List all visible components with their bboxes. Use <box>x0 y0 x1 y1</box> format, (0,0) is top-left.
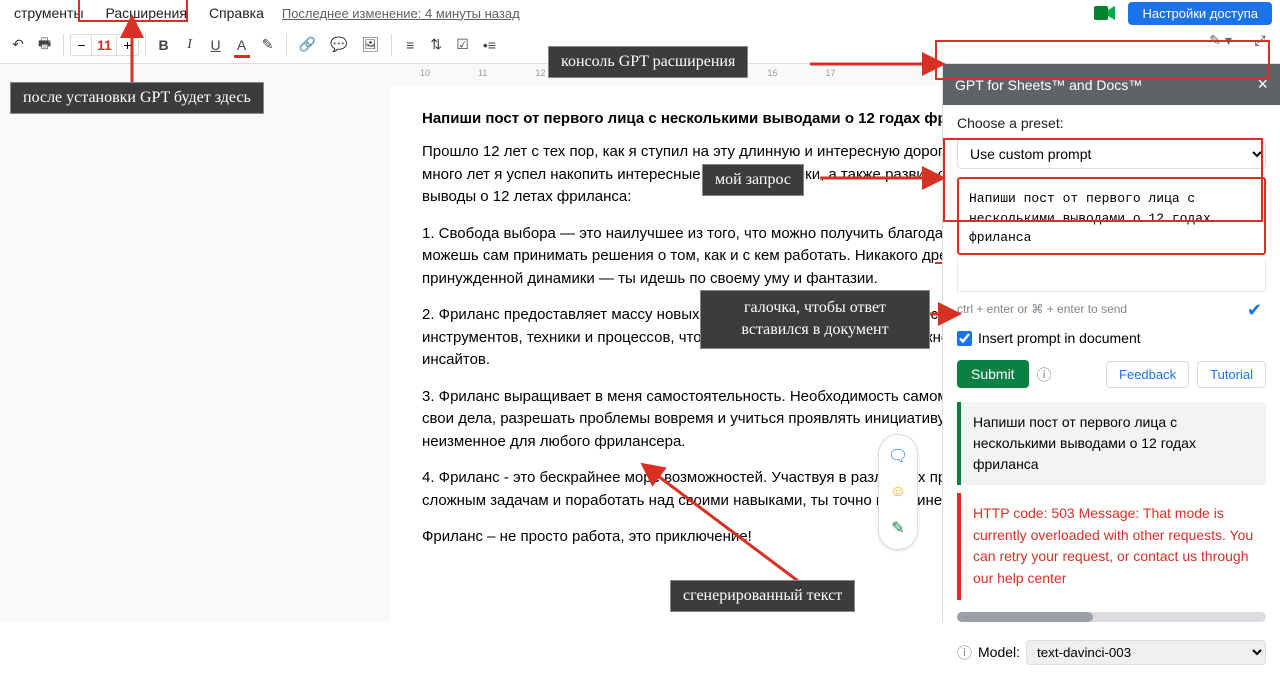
separator <box>286 34 287 56</box>
line-spacing-button[interactable]: ⇅ <box>424 32 448 57</box>
font-size-value[interactable]: 11 <box>91 35 117 55</box>
submit-button[interactable]: Submit <box>957 360 1029 388</box>
suggest-icon[interactable]: ✎ <box>887 517 909 539</box>
callout-label: галочка, чтобы ответ вставился в докумен… <box>700 290 930 349</box>
model-label: Model: <box>978 644 1020 660</box>
prompt-extend <box>957 258 1266 292</box>
preset-select[interactable]: Use custom prompt <box>957 139 1266 169</box>
ruler-tick: 16 <box>767 68 777 78</box>
menu-tools[interactable]: струменты <box>4 2 94 24</box>
panel-title: GPT for Sheets™ and Docs™ <box>955 77 1142 93</box>
doc-text: 3. Фриланс выращивает в меня самостоятел… <box>422 388 942 405</box>
doc-paragraph[interactable]: 3. Фриланс выращивает в меня самостоятел… <box>422 386 942 454</box>
expand-icon[interactable]: ⤢ <box>1248 28 1272 53</box>
doc-paragraph[interactable]: 1. Свобода выбора — это наилучшее из тог… <box>422 223 942 291</box>
prompt-input[interactable] <box>957 177 1266 255</box>
share-button[interactable]: Настройки доступа <box>1128 2 1272 25</box>
editing-mode-button[interactable]: ✎ ▾ <box>1201 29 1240 52</box>
send-hint: ctrl + enter or ⌘ + enter to send <box>957 302 1266 316</box>
callout-label: сгенерированный текст <box>670 580 855 612</box>
add-comment-icon[interactable]: 🗨 <box>887 445 909 467</box>
close-icon[interactable]: × <box>1257 74 1268 95</box>
menu-extensions[interactable]: Расширения <box>96 2 197 24</box>
undo-button[interactable]: ↶ <box>6 32 30 57</box>
arrow-icon <box>810 56 940 75</box>
tutorial-button[interactable]: Tutorial <box>1197 361 1266 388</box>
floating-actions: 🗨 ☺ ✎ <box>878 434 918 550</box>
doc-text: 1. Свобода выбора — это наилучшее из тог… <box>422 225 942 242</box>
ruler-tick: 10 <box>420 68 430 78</box>
font-size-decrease[interactable]: − <box>71 35 91 55</box>
separator <box>63 34 64 56</box>
error-message: HTTP code: 503 Message: That mode is cur… <box>957 493 1266 600</box>
separator <box>391 34 392 56</box>
last-edit-link[interactable]: Последнее изменение: 4 минуты назад <box>282 6 520 21</box>
ruler-tick: 11 <box>478 68 487 78</box>
callout-label: консоль GPT расширения <box>548 46 748 78</box>
separator <box>145 34 146 56</box>
doc-heading[interactable]: Напиши пост от первого лица с нескольким… <box>422 110 942 127</box>
grammar-check-icon[interactable]: ✔ <box>1247 300 1267 320</box>
panel-header: GPT for Sheets™ and Docs™ × <box>943 64 1280 105</box>
model-select[interactable]: text-davinci-003 <box>1026 640 1266 665</box>
print-button[interactable]: 🖶 <box>32 29 57 61</box>
menu-help[interactable]: Справка <box>199 2 274 24</box>
history-entry: Напиши пост от первого лица с нескольким… <box>957 402 1266 485</box>
arrow-icon <box>820 170 940 189</box>
highlight-button[interactable]: ✎ <box>256 32 280 57</box>
insert-checkbox[interactable] <box>957 331 972 346</box>
gpt-sidebar: GPT for Sheets™ and Docs™ × Choose a pre… <box>942 64 1280 622</box>
pencil-icon: ✎ <box>1209 32 1221 49</box>
info-icon[interactable]: ⓘ <box>1037 364 1052 385</box>
info-icon[interactable]: ⓘ <box>957 642 972 663</box>
header-right: Настройки доступа <box>1092 0 1272 26</box>
callout-label: после установки GPT будет здесь <box>10 82 264 114</box>
italic-button[interactable]: I <box>178 33 202 57</box>
meet-icon[interactable] <box>1092 2 1118 24</box>
insert-comment-button[interactable]: 💬 <box>324 32 353 57</box>
preset-label: Choose a preset: <box>957 115 1266 131</box>
feedback-button[interactable]: Feedback <box>1106 361 1189 388</box>
bold-button[interactable]: B <box>152 33 176 57</box>
arrow-icon <box>928 306 956 325</box>
menubar: струменты Расширения Справка Последнее и… <box>0 0 1280 26</box>
insert-link-button[interactable]: 🔗 <box>293 32 322 57</box>
arrow-icon <box>122 22 142 87</box>
callout-label: мой запрос <box>702 164 804 196</box>
toolbar-right: ✎ ▾ ⤢ <box>1201 28 1272 53</box>
horizontal-scrollbar[interactable] <box>957 612 1266 622</box>
text-color-button[interactable]: A <box>230 33 254 57</box>
align-button[interactable]: ≡ <box>398 33 422 57</box>
underline-button[interactable]: U <box>204 33 228 57</box>
doc-underline: дресс-кода <box>922 247 942 264</box>
insert-image-button[interactable]: 🖼 <box>355 32 385 57</box>
checklist-button[interactable]: ☑ <box>450 32 475 57</box>
insert-label: Insert prompt in document <box>978 330 1141 346</box>
bullet-list-button[interactable]: •≡ <box>477 33 502 57</box>
chevron-down-icon: ▾ <box>1225 32 1232 49</box>
ruler-tick: 12 <box>535 68 545 78</box>
emoji-icon[interactable]: ☺ <box>887 481 909 503</box>
